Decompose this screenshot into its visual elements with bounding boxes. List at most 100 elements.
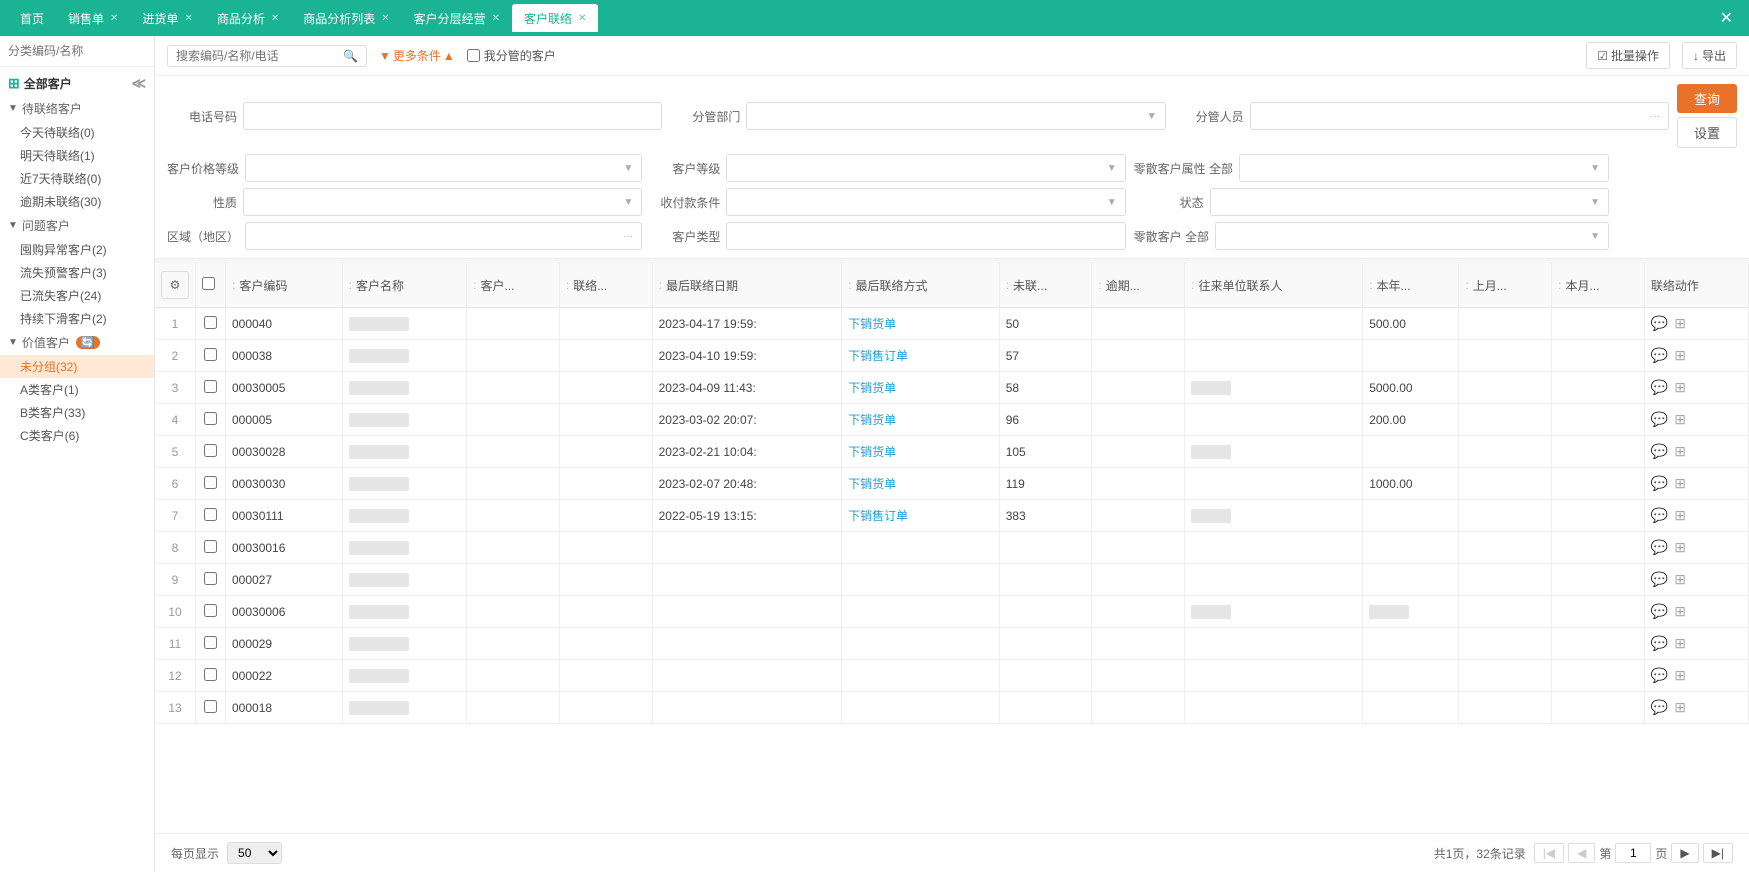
row-checkbox-10[interactable] — [196, 596, 226, 628]
select-all-checkbox[interactable] — [202, 277, 215, 290]
row-checkbox-4[interactable] — [196, 404, 226, 436]
filter-search-input[interactable] — [176, 49, 339, 63]
price-level-select[interactable]: ▼ — [245, 154, 642, 182]
grid-action-icon-7[interactable]: ⊞ — [1674, 507, 1686, 524]
reset-button[interactable]: 设置 — [1677, 117, 1737, 148]
row-checkbox-6[interactable] — [196, 468, 226, 500]
sidebar-item-7days-pending[interactable]: 近7天待联络(0) — [0, 167, 154, 190]
tab-product-analysis[interactable]: 商品分析 ✕ — [205, 4, 291, 32]
tab-product-analysis-list[interactable]: 商品分析列表 ✕ — [291, 4, 401, 32]
export-button[interactable]: ↓ 导出 — [1682, 42, 1737, 69]
row-checkbox-11[interactable] — [196, 628, 226, 660]
sidebar-item-churned[interactable]: 已流失客户(24) — [0, 284, 154, 307]
row-checkbox-3[interactable] — [196, 372, 226, 404]
person-input[interactable]: ··· — [1250, 102, 1669, 130]
grid-action-icon-9[interactable]: ⊞ — [1674, 571, 1686, 588]
last-page-button[interactable]: ▶| — [1703, 843, 1733, 863]
row-checkbox-12[interactable] — [196, 660, 226, 692]
all-customers-section[interactable]: ⊞ 全部客户 ≪ — [0, 67, 154, 96]
chat-icon-13[interactable]: 💬 — [1651, 699, 1668, 716]
pending-arrow-icon[interactable]: ▼ — [8, 103, 18, 114]
grid-action-icon-2[interactable]: ⊞ — [1674, 347, 1686, 364]
tab-customer-segment[interactable]: 客户分层经营 ✕ — [402, 4, 512, 32]
chat-icon-11[interactable]: 💬 — [1651, 635, 1668, 652]
sidebar-collapse-icon[interactable]: ≪ — [131, 75, 146, 92]
grid-action-icon-4[interactable]: ⊞ — [1674, 411, 1686, 428]
dept-select[interactable]: ▼ — [746, 102, 1165, 130]
tab-sales[interactable]: 销售单 ✕ — [56, 4, 130, 32]
sidebar-item-ungrouped[interactable]: 未分组(32) — [0, 355, 154, 378]
retail-customer-select[interactable]: ▼ — [1215, 222, 1609, 250]
sidebar-search-input[interactable] — [8, 44, 155, 58]
phone-input[interactable] — [243, 102, 662, 130]
sidebar-item-churn-warning[interactable]: 流失预警客户(3) — [0, 261, 154, 284]
customer-type-input[interactable] — [726, 222, 1125, 250]
grid-action-icon-11[interactable]: ⊞ — [1674, 635, 1686, 652]
tab-purchase-close[interactable]: ✕ — [184, 13, 192, 24]
chat-icon-9[interactable]: 💬 — [1651, 571, 1668, 588]
sidebar-item-overdue-pending[interactable]: 逾期未联络(30) — [0, 190, 154, 213]
status-select[interactable]: ▼ — [1210, 188, 1609, 216]
page-number-input[interactable] — [1615, 843, 1651, 863]
row-checkbox-13[interactable] — [196, 692, 226, 724]
payment-select[interactable]: ▼ — [726, 188, 1125, 216]
sidebar-item-abnormal[interactable]: 囤购异常客户(2) — [0, 238, 154, 261]
chat-icon-12[interactable]: 💬 — [1651, 667, 1668, 684]
chat-icon-3[interactable]: 💬 — [1651, 379, 1668, 396]
filter-search-box[interactable]: 🔍 — [167, 45, 367, 67]
row-checkbox-2[interactable] — [196, 340, 226, 372]
th-settings[interactable]: ⚙ — [155, 263, 196, 308]
tab-customer-contact-close[interactable]: ✕ — [578, 13, 586, 24]
table-settings-icon[interactable]: ⚙ — [161, 271, 189, 299]
grid-action-icon-1[interactable]: ⊞ — [1674, 315, 1686, 332]
filter-search-icon[interactable]: 🔍 — [343, 49, 358, 63]
th-checkbox[interactable] — [196, 263, 226, 308]
grid-action-icon-12[interactable]: ⊞ — [1674, 667, 1686, 684]
grid-action-icon-3[interactable]: ⊞ — [1674, 379, 1686, 396]
filter-my-customers[interactable]: 我分管的客户 — [467, 47, 556, 64]
nature-select[interactable]: ▼ — [243, 188, 642, 216]
chat-icon-1[interactable]: 💬 — [1651, 315, 1668, 332]
row-checkbox-9[interactable] — [196, 564, 226, 596]
sidebar-item-today-pending[interactable]: 今天待联络(0) — [0, 121, 154, 144]
filter-more-conditions[interactable]: ▼ 更多条件 ▲ — [379, 47, 455, 64]
grid-action-icon-5[interactable]: ⊞ — [1674, 443, 1686, 460]
chat-icon-5[interactable]: 💬 — [1651, 443, 1668, 460]
customer-level-select[interactable]: ▼ — [726, 154, 1125, 182]
tab-purchase[interactable]: 进货单 ✕ — [130, 4, 204, 32]
sidebar-item-declining[interactable]: 持续下滑客户(2) — [0, 307, 154, 330]
problem-arrow-icon[interactable]: ▼ — [8, 220, 18, 231]
grid-action-icon-6[interactable]: ⊞ — [1674, 475, 1686, 492]
chat-icon-6[interactable]: 💬 — [1651, 475, 1668, 492]
next-page-button[interactable]: ▶ — [1671, 843, 1698, 863]
grid-action-icon-10[interactable]: ⊞ — [1674, 603, 1686, 620]
tab-customer-contact[interactable]: 客户联络 ✕ — [512, 4, 598, 32]
retail-attr-select[interactable]: ▼ — [1239, 154, 1609, 182]
row-checkbox-1[interactable] — [196, 308, 226, 340]
region-input[interactable]: ··· — [245, 222, 642, 250]
tab-product-analysis-list-close[interactable]: ✕ — [381, 13, 389, 24]
my-customers-checkbox[interactable] — [467, 49, 480, 62]
row-checkbox-8[interactable] — [196, 532, 226, 564]
value-arrow-icon[interactable]: ▼ — [8, 337, 18, 348]
chat-icon-4[interactable]: 💬 — [1651, 411, 1668, 428]
tab-customer-segment-close[interactable]: ✕ — [492, 13, 500, 24]
sidebar-item-class-c[interactable]: C类客户(6) — [0, 424, 154, 447]
row-checkbox-7[interactable] — [196, 500, 226, 532]
window-close-button[interactable]: ✕ — [1712, 8, 1741, 28]
first-page-button[interactable]: |◀ — [1534, 843, 1564, 863]
row-checkbox-5[interactable] — [196, 436, 226, 468]
tab-sales-close[interactable]: ✕ — [110, 13, 118, 24]
sidebar-item-tomorrow-pending[interactable]: 明天待联络(1) — [0, 144, 154, 167]
prev-page-button[interactable]: ◀ — [1568, 843, 1595, 863]
chat-icon-7[interactable]: 💬 — [1651, 507, 1668, 524]
tab-product-analysis-close[interactable]: ✕ — [271, 13, 279, 24]
sidebar-item-class-b[interactable]: B类客户(33) — [0, 401, 154, 424]
grid-action-icon-8[interactable]: ⊞ — [1674, 539, 1686, 556]
grid-action-icon-13[interactable]: ⊞ — [1674, 699, 1686, 716]
batch-op-button[interactable]: ☑ 批量操作 — [1586, 42, 1670, 69]
query-button[interactable]: 查询 — [1677, 84, 1737, 113]
sidebar-item-class-a[interactable]: A类客户(1) — [0, 378, 154, 401]
chat-icon-10[interactable]: 💬 — [1651, 603, 1668, 620]
per-page-select[interactable]: 50 100 — [227, 842, 282, 864]
